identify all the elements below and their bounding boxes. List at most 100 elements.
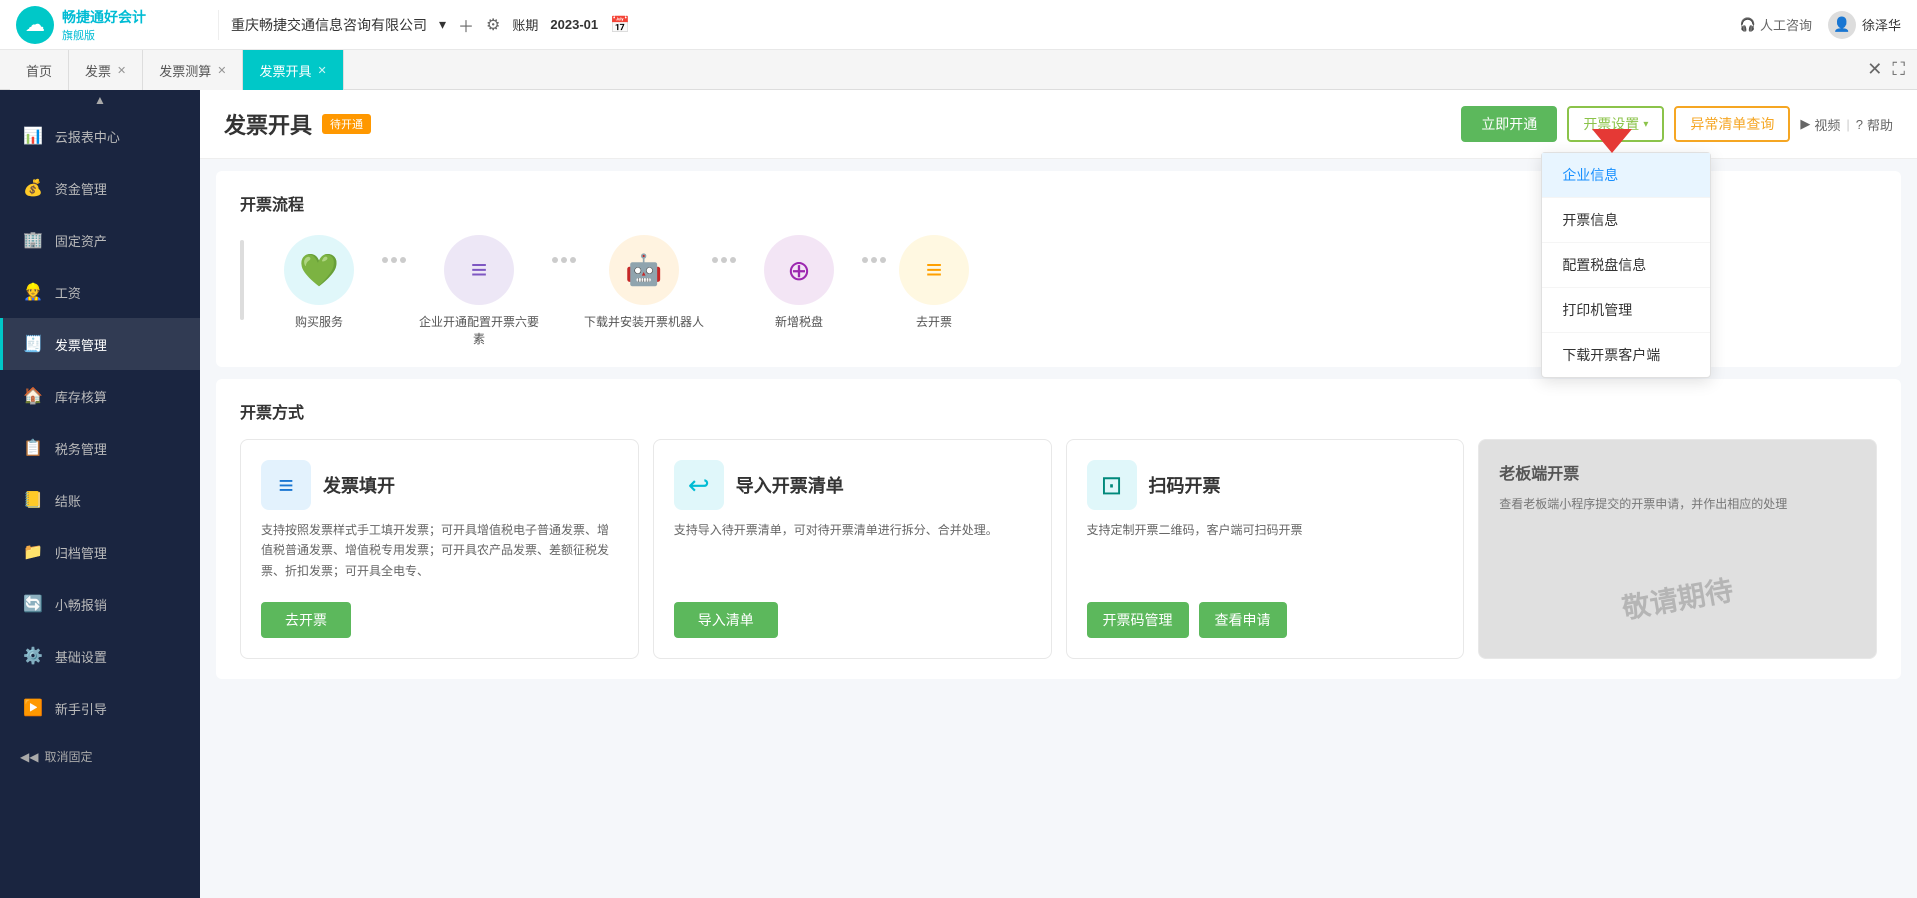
flow-arrow-4: [854, 257, 894, 263]
qr-manage-button[interactable]: 开票码管理: [1087, 602, 1189, 638]
play-icon: ▶: [1800, 116, 1810, 132]
help-icon: ?: [1856, 117, 1863, 132]
assets-icon: 🏢: [23, 230, 43, 250]
reports-icon: 📊: [23, 126, 43, 146]
view-apply-button[interactable]: 查看申请: [1199, 602, 1287, 638]
method-card-boss: 老板端开票 查看老板端小程序提交的开票申请，并作出相应的处理 敬请期待: [1478, 439, 1877, 659]
period-value: 2023-01: [550, 17, 598, 32]
step5-label: 去开票: [916, 313, 952, 330]
video-button[interactable]: ▶ 视频 | ? 帮助: [1800, 115, 1893, 134]
sidebar-item-assets[interactable]: 🏢 固定资产: [0, 214, 200, 266]
dropdown-item-company[interactable]: 企业信息: [1542, 153, 1710, 198]
import-button[interactable]: 导入清单: [674, 602, 778, 638]
maximize-icon[interactable]: ⛶: [1892, 59, 1905, 80]
sidebar-item-expense[interactable]: 🔄 小畅报销: [0, 578, 200, 630]
payroll-icon: 👷: [23, 282, 43, 302]
company-dropdown-icon[interactable]: ▾: [439, 16, 446, 33]
logo-icon: ☁: [16, 6, 54, 44]
inventory-icon: 🏠: [23, 386, 43, 406]
step5-icon: ≡: [899, 235, 969, 305]
dropdown-item-tax-config[interactable]: 配置税盘信息: [1542, 243, 1710, 288]
sidebar-item-archive[interactable]: 📁 归档管理: [0, 526, 200, 578]
expense-icon: 🔄: [23, 594, 43, 614]
username: 徐泽华: [1862, 15, 1901, 34]
tab-home[interactable]: 首页: [10, 50, 69, 90]
step3-label: 下载并安装开票机器人: [584, 313, 704, 330]
manual-icon: ≡: [261, 460, 311, 510]
activate-button[interactable]: 立即开通: [1461, 106, 1557, 142]
invoice-icon: 🧾: [23, 334, 43, 354]
flow-arrow-3: [704, 257, 744, 263]
dropdown-item-invoice-info[interactable]: 开票信息: [1542, 198, 1710, 243]
logo-subtitle: 旗舰版: [62, 27, 146, 43]
tax-icon: 📋: [23, 438, 43, 458]
boss-card-name: 老板端开票: [1499, 460, 1856, 484]
sidebar-item-inventory[interactable]: 🏠 库存核算: [0, 370, 200, 422]
sidebar-item-payroll[interactable]: 👷 工资: [0, 266, 200, 318]
sidebar-item-settings[interactable]: ⚙️ 基础设置: [0, 630, 200, 682]
settings-dropdown: 企业信息 开票信息 配置税盘信息 打印机管理 下载开票客户端: [1541, 152, 1711, 378]
flow-step-5: ≡ 去开票: [894, 235, 974, 330]
method-card-manual: ≡ 发票填开 支持按照发票样式手工填开发票；可开具增值税电子普通发票、增值税普通…: [240, 439, 639, 659]
method-card-scan: ⊡ 扫码开票 支持定制开票二维码，客户端可扫码开票 开票码管理 查看申请: [1066, 439, 1465, 659]
step4-icon: ⊕: [764, 235, 834, 305]
add-company-icon[interactable]: ＋: [458, 13, 474, 37]
tab-calc-close[interactable]: ✕: [217, 64, 226, 77]
company-name: 重庆畅捷交通信息咨询有限公司: [231, 15, 427, 35]
logo-text-area: 畅捷通好会计 旗舰版: [62, 7, 146, 43]
flow-arrow-1: [374, 257, 414, 263]
import-desc: 支持导入待开票清单，可对待开票清单进行拆分、合并处理。: [674, 520, 1031, 592]
abnormal-button[interactable]: 异常清单查询: [1674, 106, 1790, 142]
tab-invoice-close[interactable]: ✕: [117, 64, 126, 77]
import-name: 导入开票清单: [736, 472, 844, 498]
calendar-icon[interactable]: 📅: [610, 15, 630, 35]
page-title: 发票开具: [224, 108, 312, 140]
logo-title: 畅捷通好会计: [62, 7, 146, 27]
archive-icon: 📁: [23, 542, 43, 562]
step1-label: 购买服务: [295, 313, 343, 330]
settings-icon[interactable]: ⚙: [486, 15, 500, 35]
step2-icon: ≡: [444, 235, 514, 305]
sidebar-item-reports[interactable]: 📊 云报表中心: [0, 110, 200, 162]
flow-arrow-2: [544, 257, 584, 263]
dropdown-item-printer[interactable]: 打印机管理: [1542, 288, 1710, 333]
tab-invoice-issue[interactable]: 发票开具 ✕: [243, 50, 343, 90]
dropdown-item-download[interactable]: 下载开票客户端: [1542, 333, 1710, 377]
chevron-down-icon: ▾: [1643, 119, 1648, 130]
step3-icon: 🤖: [609, 235, 679, 305]
close-window-icon[interactable]: ✕: [1867, 59, 1882, 80]
sidebar-bottom-action[interactable]: ◀◀ 取消固定: [0, 738, 200, 775]
flow-divider: [240, 240, 244, 320]
status-badge: 待开通: [322, 114, 371, 134]
sidebar-item-closing[interactable]: 📒 结账: [0, 474, 200, 526]
tab-invoice[interactable]: 发票 ✕: [69, 50, 143, 90]
period-label: 账期: [512, 15, 538, 34]
user-area[interactable]: 👤 徐泽华: [1828, 11, 1901, 39]
import-icon: ↩: [674, 460, 724, 510]
methods-section: 开票方式 ≡ 发票填开 支持按照发票样式手工填开发票；可开具增值税电子普通发票、…: [216, 379, 1901, 679]
sidebar-item-finance[interactable]: 💰 资金管理: [0, 162, 200, 214]
method-card-import: ↩ 导入开票清单 支持导入待开票清单，可对待开票清单进行拆分、合并处理。 导入清…: [653, 439, 1052, 659]
step4-label: 新增税盘: [775, 313, 823, 330]
consult-button[interactable]: 🎧 人工咨询: [1740, 15, 1812, 34]
sidebar-scroll-up[interactable]: ▲: [0, 90, 200, 110]
tab-invoice-calc[interactable]: 发票测算 ✕: [143, 50, 243, 90]
finance-icon: 💰: [23, 178, 43, 198]
step2-label: 企业开通配置开票六要素: [419, 313, 539, 347]
flow-step-2: ≡ 企业开通配置开票六要素: [414, 235, 544, 347]
scan-desc: 支持定制开票二维码，客户端可扫码开票: [1087, 520, 1444, 592]
manual-name: 发票填开: [323, 472, 395, 498]
sidebar-item-guide[interactable]: ▶️ 新手引导: [0, 682, 200, 734]
closing-icon: 📒: [23, 490, 43, 510]
sidebar-item-tax[interactable]: 📋 税务管理: [0, 422, 200, 474]
step1-icon: 💚: [284, 235, 354, 305]
sidebar-item-invoice[interactable]: 🧾 发票管理: [0, 318, 200, 370]
flow-step-1: 💚 购买服务: [264, 235, 374, 330]
headset-icon: 🎧: [1740, 17, 1756, 33]
manual-go-button[interactable]: 去开票: [261, 602, 351, 638]
tab-issue-close[interactable]: ✕: [318, 64, 327, 77]
flow-step-4: ⊕ 新增税盘: [744, 235, 854, 330]
flow-step-3: 🤖 下载并安装开票机器人: [584, 235, 704, 330]
manual-desc: 支持按照发票样式手工填开发票；可开具增值税电子普通发票、增值税普通发票、增值税专…: [261, 520, 618, 592]
content-area: 发票开具 待开通 立即开通 开票设置 ▾ 异常清单查询 ▶ 视频 | ? 帮助: [200, 90, 1917, 898]
